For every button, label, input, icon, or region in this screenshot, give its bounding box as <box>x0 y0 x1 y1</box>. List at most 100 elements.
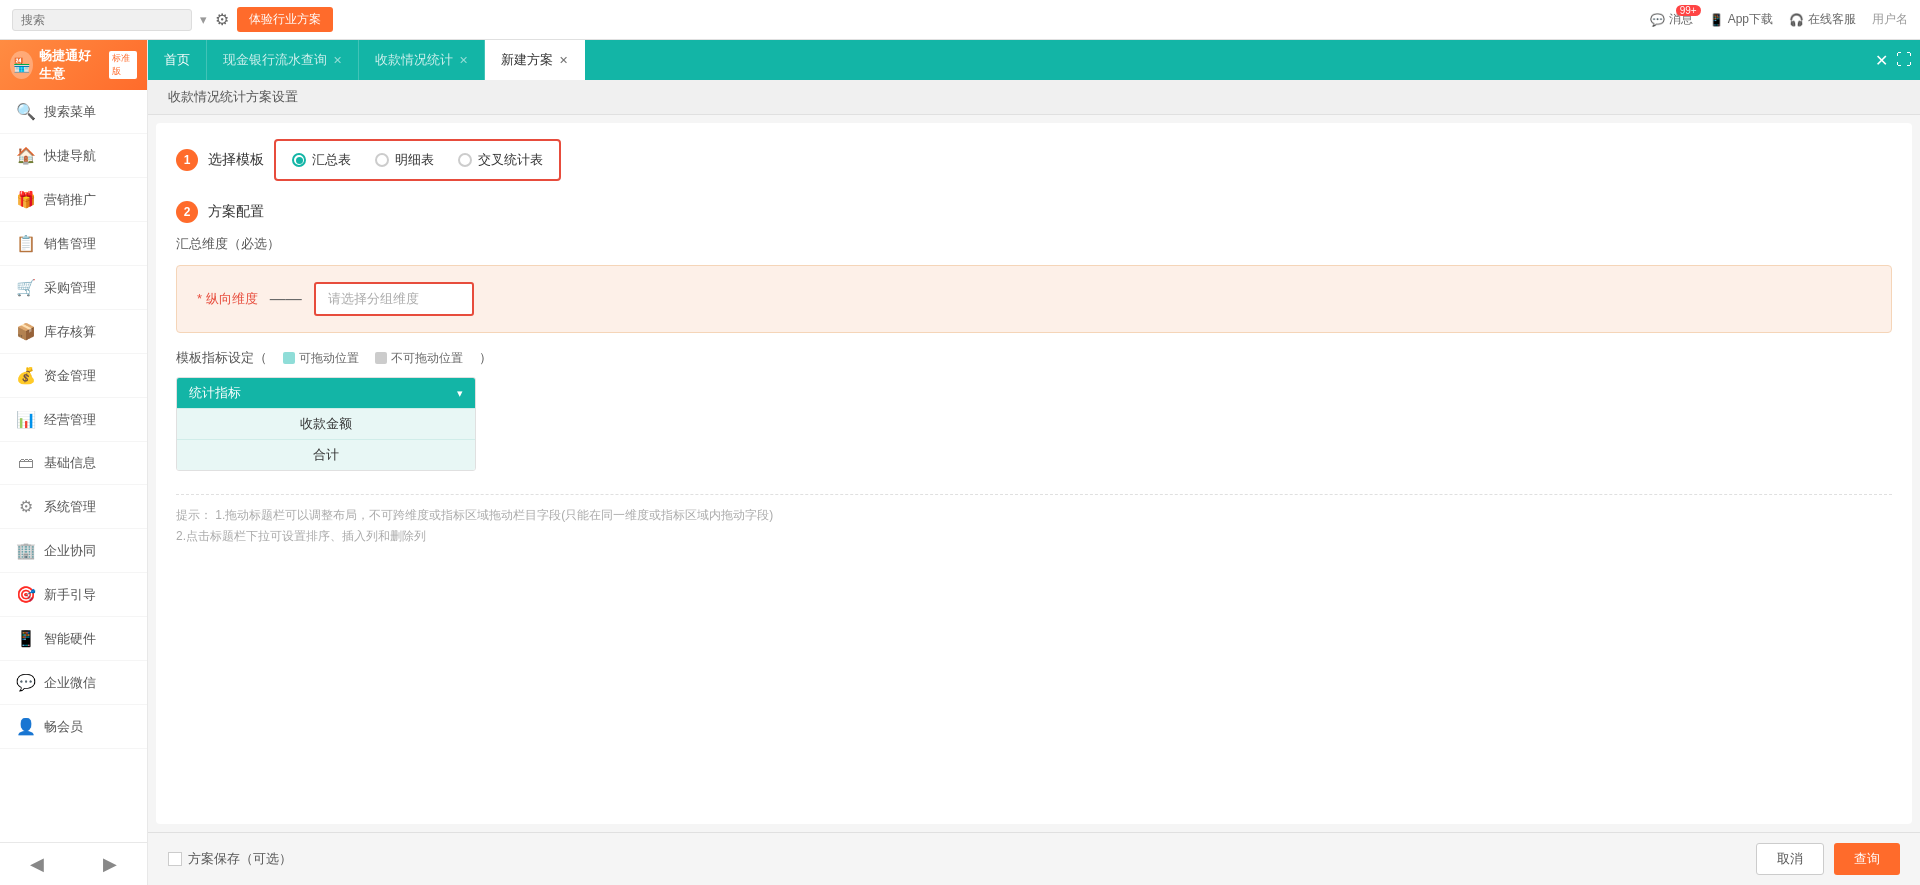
service-btn[interactable]: 🎧 在线客服 <box>1789 11 1856 28</box>
sidebar-item-label: 畅会员 <box>44 718 83 736</box>
tab-new-plan-close[interactable]: ✕ <box>559 54 568 67</box>
sidebar-item-operation[interactable]: 📊 经营管理 <box>0 398 147 442</box>
radio-cross-label: 交叉统计表 <box>478 151 543 169</box>
tab-close-all-icon[interactable]: ✕ <box>1875 51 1888 70</box>
sidebar-item-purchase[interactable]: 🛒 采购管理 <box>0 266 147 310</box>
metrics-item-collection: 收款金额 <box>177 408 475 439</box>
sidebar-item-hardware[interactable]: 📱 智能硬件 <box>0 617 147 661</box>
page-header: 收款情况统计方案设置 <box>148 80 1920 115</box>
save-option[interactable]: 方案保存（可选） <box>168 850 292 868</box>
tab-collection-stats[interactable]: 收款情况统计 ✕ <box>359 40 485 80</box>
username-label: 用户名 <box>1872 11 1908 28</box>
sidebar-expand-btn[interactable]: ▶ <box>74 843 148 885</box>
download-label: App下载 <box>1728 11 1773 28</box>
search-chevron-icon[interactable]: ▾ <box>200 12 207 27</box>
sidebar-item-finance[interactable]: 💰 资金管理 <box>0 354 147 398</box>
radio-detail[interactable]: 明细表 <box>375 151 434 169</box>
tab-collection-stats-close[interactable]: ✕ <box>459 54 468 67</box>
sidebar-item-label: 企业微信 <box>44 674 96 692</box>
sidebar-item-enterprise[interactable]: 🏢 企业协同 <box>0 529 147 573</box>
radio-cross[interactable]: 交叉统计表 <box>458 151 543 169</box>
tab-bar-actions: ✕ ⛶ <box>1875 51 1920 70</box>
dimension-area: 纵向维度 —— 请选择分组维度 <box>176 265 1892 333</box>
settings-icon[interactable]: ⚙ <box>215 10 229 29</box>
vertical-dimension-label: 纵向维度 <box>197 290 258 308</box>
basic-icon: 🗃 <box>16 454 36 472</box>
industry-btn[interactable]: 体验行业方案 <box>237 7 333 32</box>
metrics-table-header: 统计指标 ▾ <box>177 378 475 408</box>
wechat-icon: 💬 <box>16 673 36 692</box>
metrics-title: 统计指标 <box>189 384 241 402</box>
tips-section: 提示： 1.拖动标题栏可以调整布局，不可跨维度或指标区域拖动栏目字段(只能在同一… <box>176 494 1892 545</box>
sidebar-item-wechat[interactable]: 💬 企业微信 <box>0 661 147 705</box>
tab-bar: 首页 现金银行流水查询 ✕ 收款情况统计 ✕ 新建方案 ✕ ✕ ⛶ <box>148 40 1920 80</box>
download-btn[interactable]: 📱 App下载 <box>1709 11 1773 28</box>
tab-expand-icon[interactable]: ⛶ <box>1896 51 1912 69</box>
sidebar-item-marketing[interactable]: 🎁 营销推广 <box>0 178 147 222</box>
footer-buttons: 取消 查询 <box>1756 843 1900 875</box>
radio-summary[interactable]: 汇总表 <box>292 151 351 169</box>
step1-badge: 1 <box>176 149 198 171</box>
sidebar-item-member[interactable]: 👤 畅会员 <box>0 705 147 749</box>
sidebar-item-label: 智能硬件 <box>44 630 96 648</box>
sidebar-item-basic[interactable]: 🗃 基础信息 <box>0 442 147 485</box>
step2-section: 2 方案配置 汇总维度（必选） 纵向维度 —— 请选择分组维度 <box>176 201 1892 545</box>
metrics-table: 统计指标 ▾ 收款金额 合计 <box>176 377 476 471</box>
tab-bank-flow-close[interactable]: ✕ <box>333 54 342 67</box>
metrics-dropdown-btn[interactable]: ▾ <box>457 387 463 400</box>
tab-bank-flow[interactable]: 现金银行流水查询 ✕ <box>207 40 359 80</box>
sidebar-item-label: 搜索菜单 <box>44 103 96 121</box>
page-content: 收款情况统计方案设置 1 选择模板 汇总表 <box>148 80 1920 885</box>
sidebar-item-system[interactable]: ⚙ 系统管理 <box>0 485 147 529</box>
sidebar-logo: 🏪 畅捷通好生意 标准版 <box>0 40 147 90</box>
sidebar-item-label: 销售管理 <box>44 235 96 253</box>
metrics-label: 模板指标设定（ <box>176 349 267 367</box>
logo-badge: 标准版 <box>109 51 137 79</box>
sales-icon: 📋 <box>16 234 36 253</box>
sidebar-bottom: ◀ ▶ <box>0 842 147 885</box>
radio-detail-circle <box>375 153 389 167</box>
logo-text: 畅捷通好生意 <box>39 47 102 83</box>
movable-label: 可拖动位置 <box>299 350 359 367</box>
tab-home[interactable]: 首页 <box>148 40 207 80</box>
sidebar-item-label: 基础信息 <box>44 454 96 472</box>
sidebar-item-label: 采购管理 <box>44 279 96 297</box>
sidebar-item-inventory[interactable]: 📦 库存核算 <box>0 310 147 354</box>
sidebar-item-quick-nav[interactable]: 🏠 快捷导航 <box>0 134 147 178</box>
search-menu-icon: 🔍 <box>16 102 36 121</box>
sidebar-item-search-menu[interactable]: 🔍 搜索菜单 <box>0 90 147 134</box>
finance-icon: 💰 <box>16 366 36 385</box>
tab-collection-stats-label: 收款情况统计 <box>375 51 453 69</box>
marketing-icon: 🎁 <box>16 190 36 209</box>
message-icon: 💬 <box>1650 13 1665 27</box>
tab-bank-flow-label: 现金银行流水查询 <box>223 51 327 69</box>
metrics-close-bracket: ） <box>479 349 492 367</box>
sidebar-item-label: 企业协同 <box>44 542 96 560</box>
operation-icon: 📊 <box>16 410 36 429</box>
radio-summary-label: 汇总表 <box>312 151 351 169</box>
logo-icon: 🏪 <box>10 51 33 79</box>
query-button[interactable]: 查询 <box>1834 843 1900 875</box>
metrics-footer-row: 合计 <box>177 439 475 470</box>
unmovable-dot <box>375 352 387 364</box>
movable-indicator: 可拖动位置 <box>283 350 359 367</box>
main-layout: 🏪 畅捷通好生意 标准版 🔍 搜索菜单 🏠 快捷导航 🎁 营销推广 📋 销售管理… <box>0 40 1920 885</box>
member-icon: 👤 <box>16 717 36 736</box>
sidebar-collapse-btn[interactable]: ◀ <box>0 843 74 885</box>
message-btn[interactable]: 💬 消息 99+ <box>1650 11 1693 28</box>
sidebar-item-label: 资金管理 <box>44 367 96 385</box>
message-badge: 99+ <box>1676 5 1701 16</box>
search-input[interactable] <box>12 9 192 31</box>
page-footer: 方案保存（可选） 取消 查询 <box>148 832 1920 885</box>
cancel-button[interactable]: 取消 <box>1756 843 1824 875</box>
step1-header: 1 选择模板 汇总表 明细表 <box>176 139 1892 181</box>
save-checkbox[interactable] <box>168 852 182 866</box>
step2-badge: 2 <box>176 201 198 223</box>
sidebar-item-sales[interactable]: 📋 销售管理 <box>0 222 147 266</box>
step2-title: 方案配置 <box>208 203 264 221</box>
guide-icon: 🎯 <box>16 585 36 604</box>
sidebar-item-guide[interactable]: 🎯 新手引导 <box>0 573 147 617</box>
metrics-header: 模板指标设定（ 可拖动位置 不可拖动位置 ） <box>176 349 1892 367</box>
dimension-select[interactable]: 请选择分组维度 <box>314 282 474 316</box>
tab-new-plan[interactable]: 新建方案 ✕ <box>485 40 585 80</box>
